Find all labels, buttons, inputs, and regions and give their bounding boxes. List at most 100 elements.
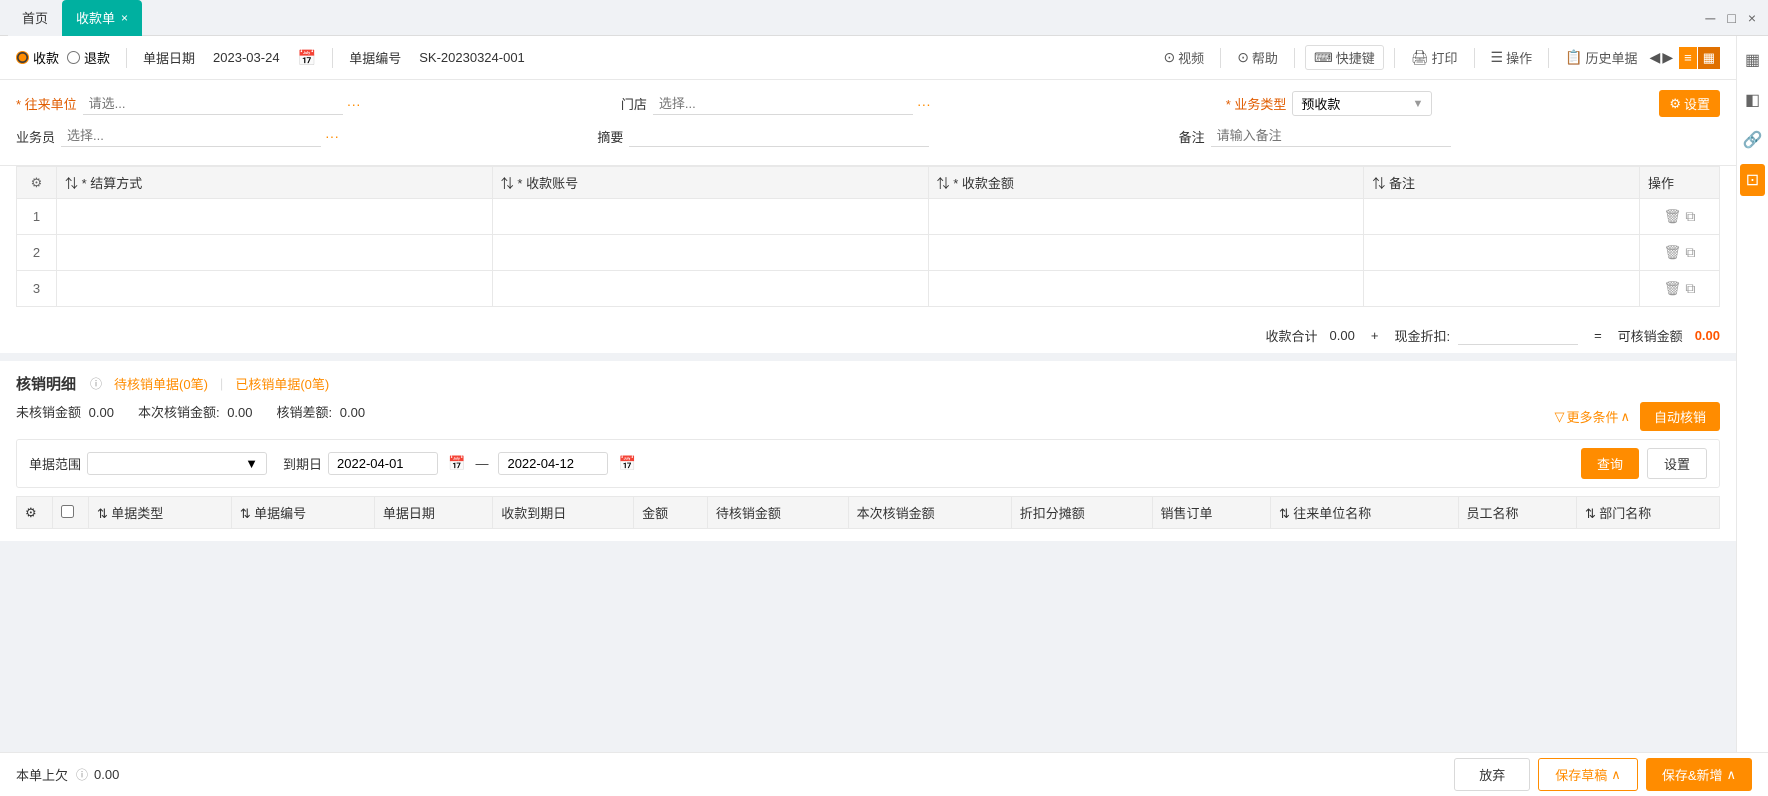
- tab-home[interactable]: 首页: [8, 0, 62, 36]
- video-btn[interactable]: ⊙ 视频: [1157, 45, 1210, 70]
- remark-cell[interactable]: [1364, 199, 1640, 235]
- calendar-icon[interactable]: 📅: [298, 49, 317, 67]
- pending-tab[interactable]: 待核销单据(0笔): [114, 374, 208, 393]
- query-btn[interactable]: 查询: [1581, 448, 1639, 479]
- table-row: 2 🗑 ⧉: [17, 235, 1720, 271]
- account-cell[interactable]: [492, 271, 928, 307]
- detail-col-settings-th[interactable]: ⚙: [17, 497, 53, 529]
- remark-cell[interactable]: [1364, 235, 1640, 271]
- copy-icon[interactable]: ⧉: [1685, 244, 1695, 261]
- salesperson-field: 业务员 ···: [16, 125, 557, 147]
- salesperson-more-icon[interactable]: ···: [325, 128, 339, 144]
- view-btns: ≡ ▦: [1679, 47, 1720, 69]
- col-action-th: 操作: [1640, 167, 1720, 199]
- summary-field: 摘要: [597, 125, 1138, 147]
- account-cell[interactable]: [492, 235, 928, 271]
- operation-icon: ☰: [1491, 49, 1504, 66]
- plus-sign: +: [1371, 328, 1379, 343]
- sidebar-icon-panel[interactable]: ◧: [1739, 84, 1766, 116]
- amount-cell[interactable]: [928, 271, 1364, 307]
- summary-input[interactable]: [629, 125, 929, 147]
- salesperson-input[interactable]: [61, 125, 321, 147]
- tab-receipt[interactable]: 收款单 ×: [62, 0, 142, 36]
- operation-btn[interactable]: ☰ 操作: [1485, 45, 1539, 70]
- keyboard-icon: ⌨: [1314, 50, 1333, 66]
- close-window-icon[interactable]: ×: [1744, 6, 1760, 30]
- range-select[interactable]: ▼: [87, 452, 267, 475]
- account-cell[interactable]: [492, 199, 928, 235]
- cal-from-icon[interactable]: 📅: [448, 455, 465, 472]
- hexiao-info-icon[interactable]: ⓘ: [90, 375, 102, 392]
- shortcut-btn[interactable]: ⌨ 快捷键: [1305, 45, 1384, 70]
- range-label: 单据范围: [29, 454, 81, 473]
- delete-icon[interactable]: 🗑: [1664, 208, 1682, 225]
- hexiao-section: 核销明细 ⓘ 待核销单据(0笔) | 已核销单据(0笔) 未核销金额 0.00 …: [0, 361, 1736, 541]
- done-tab[interactable]: 已核销单据(0笔): [235, 374, 329, 393]
- save-draft-btn[interactable]: 保存草稿 ∧: [1538, 758, 1638, 791]
- col-settings-th[interactable]: ⚙: [17, 167, 57, 199]
- tab-close-icon[interactable]: ×: [121, 11, 128, 25]
- delete-icon[interactable]: 🗑: [1664, 280, 1682, 297]
- filter-btns: 查询 设置: [1581, 448, 1707, 479]
- store-more-icon[interactable]: ···: [917, 96, 931, 112]
- sidebar-icon-link[interactable]: 🔗: [1737, 124, 1768, 156]
- form-settings-btn[interactable]: ⚙ 设置: [1659, 90, 1720, 117]
- store-field: 门店 ···: [621, 93, 1186, 115]
- list-view-icon[interactable]: ≡: [1679, 47, 1697, 69]
- copy-icon[interactable]: ⧉: [1685, 280, 1695, 297]
- amount-cell[interactable]: [928, 199, 1364, 235]
- help-btn[interactable]: ⊙ 帮助: [1231, 45, 1284, 70]
- table-settings-icon[interactable]: ⚙: [31, 175, 43, 190]
- settle-cell[interactable]: [57, 235, 493, 271]
- filter-settings-btn[interactable]: 设置: [1647, 448, 1707, 479]
- prev-icon[interactable]: ◀: [1650, 49, 1661, 66]
- more-conditions-btn[interactable]: ▽ 更多条件 ∧: [1554, 407, 1630, 426]
- divider7: [1548, 48, 1549, 68]
- col-partner-sort: ⇅: [1279, 506, 1290, 521]
- hexiao-stats-row: 未核销金额 0.00 本次核销金额: 0.00 核销差额: 0.00 ▽ 更多条…: [16, 402, 1720, 431]
- next-icon[interactable]: ▶: [1662, 49, 1673, 66]
- date-to-input[interactable]: [498, 452, 608, 475]
- cal-to-icon[interactable]: 📅: [618, 455, 635, 472]
- abandon-btn[interactable]: 放弃: [1454, 758, 1530, 791]
- sidebar-icon-table[interactable]: ▦: [1739, 44, 1766, 76]
- print-btn[interactable]: 🖨 打印: [1405, 45, 1464, 70]
- date-value: 2023-03-24: [213, 50, 280, 65]
- minimize-icon[interactable]: ─: [1701, 6, 1719, 30]
- biz-type-select[interactable]: 预收款 ▼: [1292, 91, 1432, 116]
- copy-icon[interactable]: ⧉: [1685, 208, 1695, 225]
- summary-row: 收款合计 0.00 + 现金折扣: = 可核销金额 0.00: [0, 317, 1736, 353]
- radio-refund[interactable]: 退款: [67, 48, 110, 67]
- toolbar-right: ⊙ 视频 ⊙ 帮助 ⌨ 快捷键 🖨 打印 ☰ 操作: [1157, 45, 1720, 70]
- detail-col-dept-th: ⇅ 部门名称: [1576, 497, 1719, 529]
- history-btn[interactable]: 📋 历史单据: [1559, 45, 1643, 70]
- save-new-arrow[interactable]: ∧: [1726, 767, 1736, 783]
- settle-cell[interactable]: [57, 271, 493, 307]
- maximize-icon[interactable]: □: [1723, 6, 1739, 30]
- date-from-input[interactable]: [328, 452, 438, 475]
- current-info-icon[interactable]: ⓘ: [76, 766, 88, 783]
- help-icon: ⊙: [1237, 49, 1249, 66]
- bottom-left: 本单上欠 ⓘ 0.00: [16, 765, 119, 784]
- save-draft-arrow[interactable]: ∧: [1611, 767, 1621, 783]
- sidebar-icon-capture[interactable]: ⊡: [1740, 164, 1765, 196]
- settle-cell[interactable]: [57, 199, 493, 235]
- delete-icon[interactable]: 🗑: [1664, 244, 1682, 261]
- amount-cell[interactable]: [928, 235, 1364, 271]
- col-dept-sort: ⇅: [1585, 506, 1596, 521]
- radio-receive[interactable]: 收款: [16, 48, 59, 67]
- store-input[interactable]: [653, 93, 913, 115]
- partner-more-icon[interactable]: ···: [347, 96, 361, 112]
- save-new-btn[interactable]: 保存&新增 ∧: [1646, 758, 1752, 791]
- discount-input[interactable]: [1458, 325, 1578, 345]
- grid-view-icon[interactable]: ▦: [1698, 47, 1720, 69]
- detail-settings-icon[interactable]: ⚙: [25, 505, 37, 520]
- select-all-checkbox[interactable]: [61, 505, 74, 518]
- form-row-1: * 往来单位 ··· 门店 ··· * 业务类型 预收款 ▼: [16, 90, 1720, 117]
- auto-offset-btn[interactable]: 自动核销: [1640, 402, 1720, 431]
- col-type-sort: ⇅: [97, 506, 108, 521]
- remark-cell[interactable]: [1364, 271, 1640, 307]
- partner-input[interactable]: [83, 93, 343, 115]
- detail-col-employee-th: 员工名称: [1458, 497, 1576, 529]
- remark-input[interactable]: [1211, 125, 1451, 147]
